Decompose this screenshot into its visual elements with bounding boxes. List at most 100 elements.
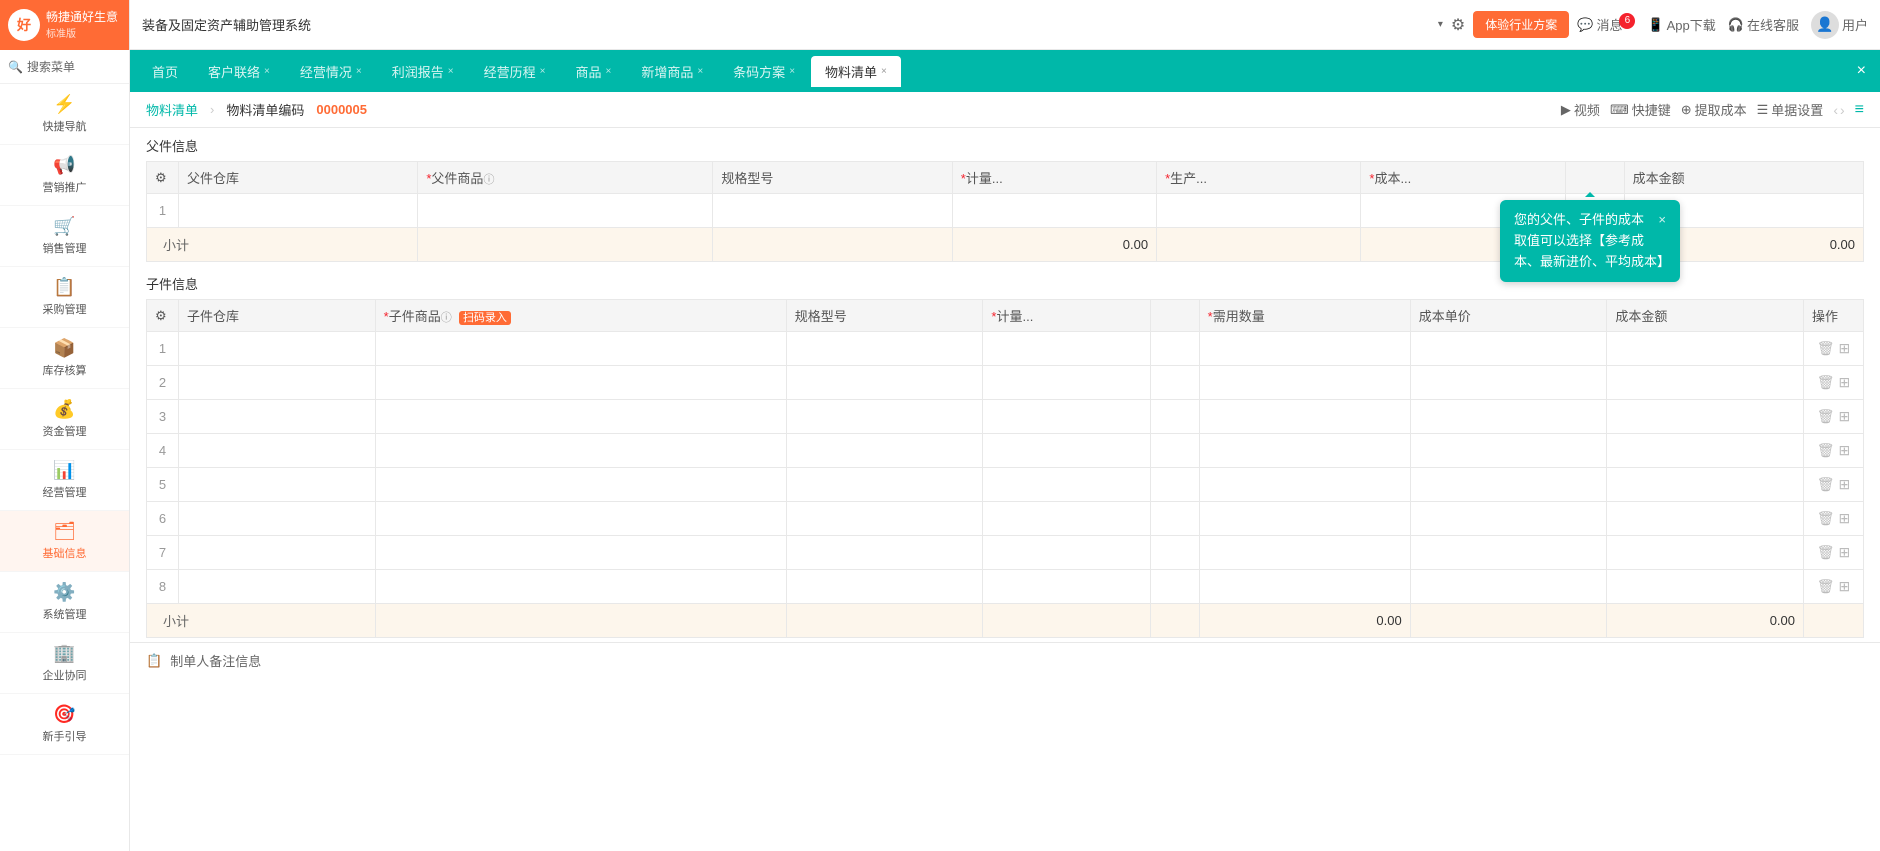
child-row-7-spec[interactable]	[786, 536, 983, 570]
sidebar-item-quick-nav[interactable]: ⚡ 快捷导航	[0, 84, 129, 145]
prev-arrow[interactable]: ‹	[1833, 102, 1838, 118]
child-row-4-unit-price[interactable]	[1410, 434, 1607, 468]
child-row-7-product[interactable]	[375, 536, 786, 570]
sidebar-item-basic-info[interactable]: 🗂 基础信息	[0, 511, 129, 572]
delete-icon-row1[interactable]: 🗑	[1817, 340, 1835, 357]
delete-icon-row8[interactable]: 🗑	[1817, 578, 1835, 595]
child-row-8-spec[interactable]	[786, 570, 983, 604]
child-row-2-qty[interactable]	[1199, 366, 1410, 400]
child-row-4-warehouse[interactable]	[179, 434, 376, 468]
child-row-3-warehouse[interactable]	[179, 400, 376, 434]
child-row-1-unit[interactable]	[983, 332, 1151, 366]
copy-icon-row3[interactable]: ⊞	[1839, 408, 1851, 425]
tab-profit[interactable]: 利润报告 ×	[378, 56, 468, 87]
sidebar-item-finance[interactable]: 💰 资金管理	[0, 389, 129, 450]
child-row-3-spec[interactable]	[786, 400, 983, 434]
next-arrow[interactable]: ›	[1840, 102, 1845, 118]
copy-icon-row7[interactable]: ⊞	[1839, 544, 1851, 561]
child-row-2-unit[interactable]	[983, 366, 1151, 400]
child-row-5-product[interactable]	[375, 468, 786, 502]
child-row-3-product[interactable]	[375, 400, 786, 434]
view-video-button[interactable]: ▶ 视频	[1561, 100, 1600, 119]
tab-goods[interactable]: 商品 ×	[561, 56, 625, 87]
tab-customer[interactable]: 客户联络 ×	[194, 56, 284, 87]
message-button[interactable]: 💬 消息 6	[1577, 15, 1635, 34]
delete-icon-row5[interactable]: 🗑	[1817, 476, 1835, 493]
child-row-6-unit-price[interactable]	[1410, 502, 1607, 536]
child-row-6-qty[interactable]	[1199, 502, 1410, 536]
tab-history-close[interactable]: ×	[540, 66, 546, 77]
child-row-8-unit[interactable]	[983, 570, 1151, 604]
single-setting-button[interactable]: ☰ 单据设置	[1757, 100, 1824, 119]
delete-icon-row2[interactable]: 🗑	[1817, 374, 1835, 391]
app-download-button[interactable]: 📱 App下载	[1647, 15, 1715, 34]
tab-new-goods-close[interactable]: ×	[697, 66, 703, 77]
child-row-2-product[interactable]	[375, 366, 786, 400]
child-row-4-unit[interactable]	[983, 434, 1151, 468]
child-row-2-spec[interactable]	[786, 366, 983, 400]
tab-bom-close[interactable]: ×	[881, 66, 887, 77]
child-row-8-qty[interactable]	[1199, 570, 1410, 604]
tab-barcode[interactable]: 条码方案 ×	[719, 56, 809, 87]
system-title-dropdown[interactable]: ▾	[1438, 19, 1443, 30]
parent-col-settings[interactable]: ⚙	[147, 162, 179, 194]
extract-cost-button[interactable]: ⊕ 提取成本	[1681, 100, 1747, 119]
child-row-6-product[interactable]	[375, 502, 786, 536]
delete-icon-row4[interactable]: 🗑	[1817, 442, 1835, 459]
child-row-5-qty[interactable]	[1199, 468, 1410, 502]
delete-icon-row7[interactable]: 🗑	[1817, 544, 1835, 561]
child-row-8-unit-price[interactable]	[1410, 570, 1607, 604]
breadcrumb-parent[interactable]: 物料清单	[146, 100, 198, 119]
parent-row-1-production[interactable]	[1157, 194, 1361, 228]
child-row-5-unit[interactable]	[983, 468, 1151, 502]
copy-icon-row8[interactable]: ⊞	[1839, 578, 1851, 595]
try-button[interactable]: 体验行业方案	[1473, 11, 1569, 38]
sidebar-item-system[interactable]: ⚙️ 系统管理	[0, 572, 129, 633]
copy-icon-row6[interactable]: ⊞	[1839, 510, 1851, 527]
sidebar-item-guide[interactable]: 🎯 新手引导	[0, 694, 129, 755]
child-row-1-warehouse[interactable]	[179, 332, 376, 366]
child-row-7-warehouse[interactable]	[179, 536, 376, 570]
child-row-7-unit[interactable]	[983, 536, 1151, 570]
child-row-6-spec[interactable]	[786, 502, 983, 536]
child-row-1-spec[interactable]	[786, 332, 983, 366]
child-row-4-product[interactable]	[375, 434, 786, 468]
tooltip-close-button[interactable]: ×	[1658, 210, 1666, 231]
list-view-button[interactable]: ≡	[1855, 101, 1864, 119]
child-row-7-unit-price[interactable]	[1410, 536, 1607, 570]
child-row-5-spec[interactable]	[786, 468, 983, 502]
child-row-1-unit-price[interactable]	[1410, 332, 1607, 366]
sidebar-item-operations[interactable]: 📊 经营管理	[0, 450, 129, 511]
tab-new-goods[interactable]: 新增商品 ×	[627, 56, 717, 87]
child-row-4-spec[interactable]	[786, 434, 983, 468]
child-row-5-warehouse[interactable]	[179, 468, 376, 502]
child-col-settings[interactable]: ⚙	[147, 300, 179, 332]
tab-home[interactable]: 首页	[138, 56, 192, 87]
scan-badge[interactable]: 扫码录入	[459, 311, 511, 325]
user-button[interactable]: 👤 用户	[1811, 11, 1868, 39]
delete-icon-row3[interactable]: 🗑	[1817, 408, 1835, 425]
sidebar-item-marketing[interactable]: 📢 营销推广	[0, 145, 129, 206]
delete-icon-row6[interactable]: 🗑	[1817, 510, 1835, 527]
child-row-7-qty[interactable]	[1199, 536, 1410, 570]
parent-row-1-spec[interactable]	[713, 194, 952, 228]
child-row-6-warehouse[interactable]	[179, 502, 376, 536]
copy-icon-row2[interactable]: ⊞	[1839, 374, 1851, 391]
child-row-5-unit-price[interactable]	[1410, 468, 1607, 502]
child-row-8-warehouse[interactable]	[179, 570, 376, 604]
sidebar-item-purchase[interactable]: 📋 采购管理	[0, 267, 129, 328]
child-row-2-warehouse[interactable]	[179, 366, 376, 400]
close-all-tabs[interactable]: ×	[1851, 62, 1872, 80]
tab-profit-close[interactable]: ×	[448, 66, 454, 77]
child-row-1-product[interactable]	[375, 332, 786, 366]
child-row-1-qty[interactable]	[1199, 332, 1410, 366]
copy-icon-row5[interactable]: ⊞	[1839, 476, 1851, 493]
settings-icon[interactable]: ⚙	[1451, 15, 1465, 35]
child-row-3-unit[interactable]	[983, 400, 1151, 434]
shortcut-button[interactable]: ⌨ 快捷键	[1610, 100, 1671, 119]
sidebar-item-enterprise[interactable]: 🏢 企业协同	[0, 633, 129, 694]
tab-operations-close[interactable]: ×	[356, 66, 362, 77]
copy-icon-row4[interactable]: ⊞	[1839, 442, 1851, 459]
child-row-4-qty[interactable]	[1199, 434, 1410, 468]
tab-goods-close[interactable]: ×	[605, 66, 611, 77]
